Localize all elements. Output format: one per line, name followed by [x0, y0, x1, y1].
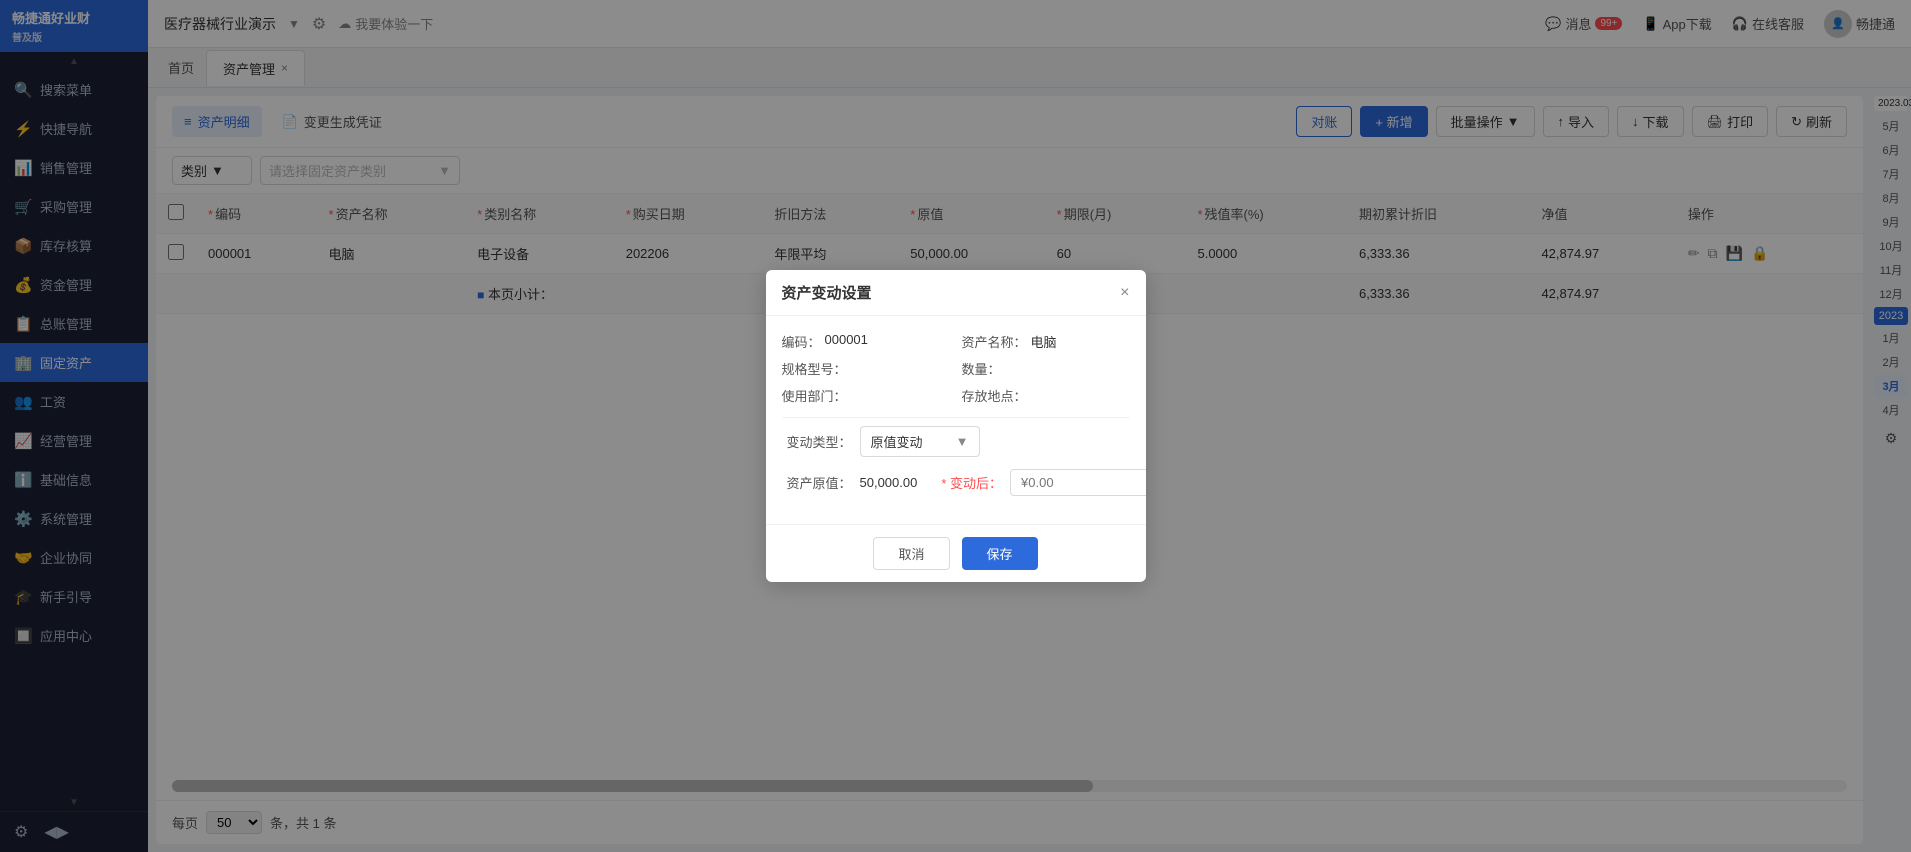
dialog-location-item: 存放地点： — [962, 386, 1130, 405]
dialog-info-grid: 编码： 000001 资产名称： 电脑 规格型号： 数量： 使用部门： — [782, 332, 1130, 405]
dialog-quantity-item: 数量： — [962, 359, 1130, 378]
dialog-department-item: 使用部门： — [782, 386, 950, 405]
dialog-name-item: 资产名称： 电脑 — [962, 332, 1130, 351]
dialog-location-label: 存放地点： — [962, 386, 1027, 405]
value-row: 资产原值： 50,000.00 * 变动后： — [782, 469, 1130, 496]
dialog-spec-label: 规格型号： — [782, 359, 847, 378]
dialog-header: 资产变动设置 × — [766, 270, 1146, 316]
dialog-overlay: 资产变动设置 × 编码： 000001 资产名称： 电脑 规格型号： 数量： — [0, 0, 1911, 852]
dialog-close-btn[interactable]: × — [1120, 284, 1129, 302]
after-change-input[interactable] — [1010, 469, 1145, 496]
change-type-label: 变动类型： — [782, 432, 852, 451]
dialog-code-label: 编码： — [782, 332, 821, 351]
dialog-divider — [782, 417, 1130, 418]
original-value-label: 资产原值： — [782, 473, 852, 492]
after-change-label: * 变动后： — [941, 473, 1002, 492]
change-type-chevron: ▼ — [956, 434, 969, 449]
dialog-department-label: 使用部门： — [782, 386, 847, 405]
dialog-spec-item: 规格型号： — [782, 359, 950, 378]
dialog-code-item: 编码： 000001 — [782, 332, 950, 351]
change-type-value: 原值变动 — [871, 432, 923, 451]
original-value-value: 50,000.00 — [860, 475, 918, 490]
change-type-row: 变动类型： 原值变动 ▼ — [782, 426, 1130, 457]
change-type-select[interactable]: 原值变动 ▼ — [860, 426, 980, 457]
dialog-title: 资产变动设置 — [782, 282, 872, 303]
save-btn[interactable]: 保存 — [962, 537, 1038, 570]
asset-change-dialog: 资产变动设置 × 编码： 000001 资产名称： 电脑 规格型号： 数量： — [766, 270, 1146, 582]
dialog-code-value: 000001 — [825, 332, 868, 351]
dialog-name-label: 资产名称： — [962, 332, 1027, 351]
dialog-footer: 取消 保存 — [766, 524, 1146, 582]
dialog-name-value: 电脑 — [1031, 332, 1057, 351]
dialog-quantity-label: 数量： — [962, 359, 1001, 378]
dialog-body: 编码： 000001 资产名称： 电脑 规格型号： 数量： 使用部门： — [766, 316, 1146, 524]
cancel-btn[interactable]: 取消 — [873, 537, 949, 570]
